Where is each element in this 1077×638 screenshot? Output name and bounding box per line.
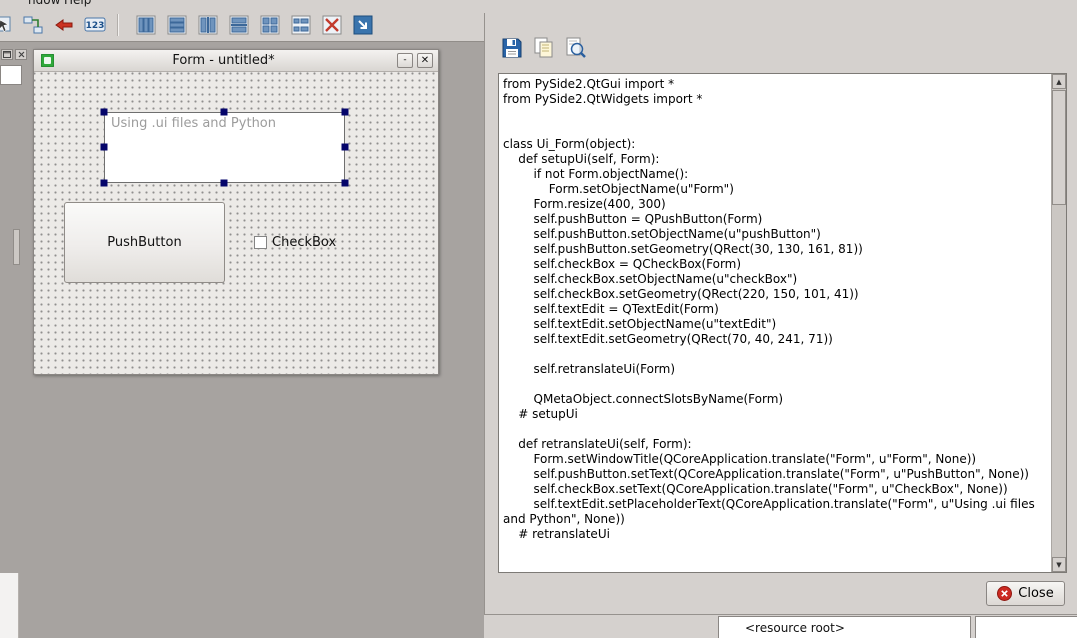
resource-side-panel	[975, 616, 1077, 638]
layout-vertical-splitter-button[interactable]	[227, 13, 251, 37]
selection-handle[interactable]	[101, 180, 108, 187]
selection-handle[interactable]	[221, 180, 228, 187]
bottom-strip: <resource root>	[484, 615, 1077, 638]
layout-grid-icon	[258, 13, 282, 37]
break-layout-icon	[320, 13, 344, 37]
menubar: ndow Help	[0, 0, 484, 8]
form-window-titlebar[interactable]: Form - untitled* - ✕	[34, 50, 438, 72]
workspace: Form - untitled* - ✕ Using .ui files and…	[0, 41, 484, 638]
selection-handle[interactable]	[342, 144, 349, 151]
dock-float-icon	[3, 51, 11, 58]
layout-horizontal-icon	[134, 13, 158, 37]
layout-horizontally-button[interactable]	[134, 13, 158, 37]
dock-float-button[interactable]	[1, 49, 13, 60]
form-editor-window: Form - untitled* - ✕ Using .ui files and…	[33, 49, 439, 375]
main-toolbar: 123	[0, 8, 484, 41]
selection-handle[interactable]	[342, 180, 349, 187]
scroll-up-button[interactable]: ▲	[1052, 74, 1066, 89]
find-icon	[564, 36, 588, 60]
layout-form-icon	[289, 13, 313, 37]
code-text[interactable]: from PySide2.QtGui import * from PySide2…	[499, 74, 1051, 572]
code-dialog-toolbar	[499, 35, 589, 61]
code-scrollbar[interactable]: ▲ ▼	[1051, 74, 1066, 572]
layout-horizontal-splitter-button[interactable]	[196, 13, 220, 37]
code-preview-dialog: from PySide2.QtGui import * from PySide2…	[484, 13, 1077, 615]
checkbox-widget[interactable]: CheckBox	[254, 222, 355, 263]
edit-buddies-button[interactable]	[52, 13, 76, 37]
textedit-widget[interactable]: Using .ui files and Python	[104, 112, 345, 183]
form-file-icon	[41, 54, 54, 67]
edit-buddies-icon	[52, 13, 76, 37]
layout-form-button[interactable]	[289, 13, 313, 37]
layout-horizontal-splitter-icon	[196, 13, 220, 37]
widgetbox-scrollbar-thumb[interactable]	[13, 229, 20, 265]
checkbox-label: CheckBox	[272, 235, 336, 250]
layout-vertically-button[interactable]	[165, 13, 189, 37]
layout-vertical-splitter-icon	[227, 13, 251, 37]
adjust-size-icon	[351, 13, 375, 37]
menu-help[interactable]: Help	[64, 0, 91, 7]
edit-tab-order-icon: 123	[83, 13, 107, 37]
scroll-down-button[interactable]: ▼	[1052, 557, 1066, 572]
textedit-placeholder: Using .ui files and Python	[111, 116, 276, 131]
form-canvas[interactable]: Using .ui files and Python PushButton Ch…	[34, 72, 438, 374]
save-button[interactable]	[499, 35, 525, 61]
copy-icon	[532, 36, 556, 60]
layout-vertical-icon	[165, 13, 189, 37]
dock-close-button[interactable]	[15, 49, 27, 60]
edit-widgets-button[interactable]	[0, 13, 14, 37]
dialog-close-icon	[997, 586, 1012, 601]
code-view: from PySide2.QtGui import * from PySide2…	[498, 73, 1067, 573]
edit-signals-slots-icon	[21, 13, 45, 37]
form-window-title: Form - untitled*	[54, 53, 393, 68]
menu-window[interactable]: ndow	[28, 0, 60, 7]
checkbox-indicator[interactable]	[254, 236, 267, 249]
adjust-size-button[interactable]	[351, 13, 375, 37]
find-button[interactable]	[563, 35, 589, 61]
toolbar-separator	[117, 14, 119, 36]
resource-root-item[interactable]: <resource root>	[745, 621, 845, 635]
widgetbox-filter-field[interactable]	[0, 65, 22, 85]
copy-button[interactable]	[531, 35, 557, 61]
pushbutton-widget[interactable]: PushButton	[64, 202, 225, 283]
pushbutton-label: PushButton	[107, 235, 181, 250]
selection-handle[interactable]	[342, 109, 349, 116]
edit-signals-slots-button[interactable]	[21, 13, 45, 37]
layout-grid-button[interactable]	[258, 13, 282, 37]
close-button[interactable]: Close	[986, 581, 1065, 606]
minimize-button[interactable]: -	[397, 53, 413, 68]
tab-order-digits: 123	[86, 21, 105, 31]
window-close-button[interactable]: ✕	[417, 53, 433, 68]
save-icon	[500, 36, 524, 60]
selection-handle[interactable]	[221, 109, 228, 116]
close-button-label: Close	[1018, 586, 1053, 601]
selection-handle[interactable]	[101, 144, 108, 151]
selection-handle[interactable]	[101, 109, 108, 116]
resource-browser-panel: <resource root>	[718, 616, 971, 638]
edit-widgets-icon	[0, 13, 14, 37]
dock-close-icon	[18, 51, 25, 58]
scrollbar-thumb[interactable]	[1052, 90, 1066, 205]
edit-tab-order-button[interactable]: 123	[83, 13, 107, 37]
widgetbox-panel-edge	[0, 573, 19, 638]
qt-designer-screen: ndow Help 123	[0, 0, 1077, 638]
break-layout-button[interactable]	[320, 13, 344, 37]
